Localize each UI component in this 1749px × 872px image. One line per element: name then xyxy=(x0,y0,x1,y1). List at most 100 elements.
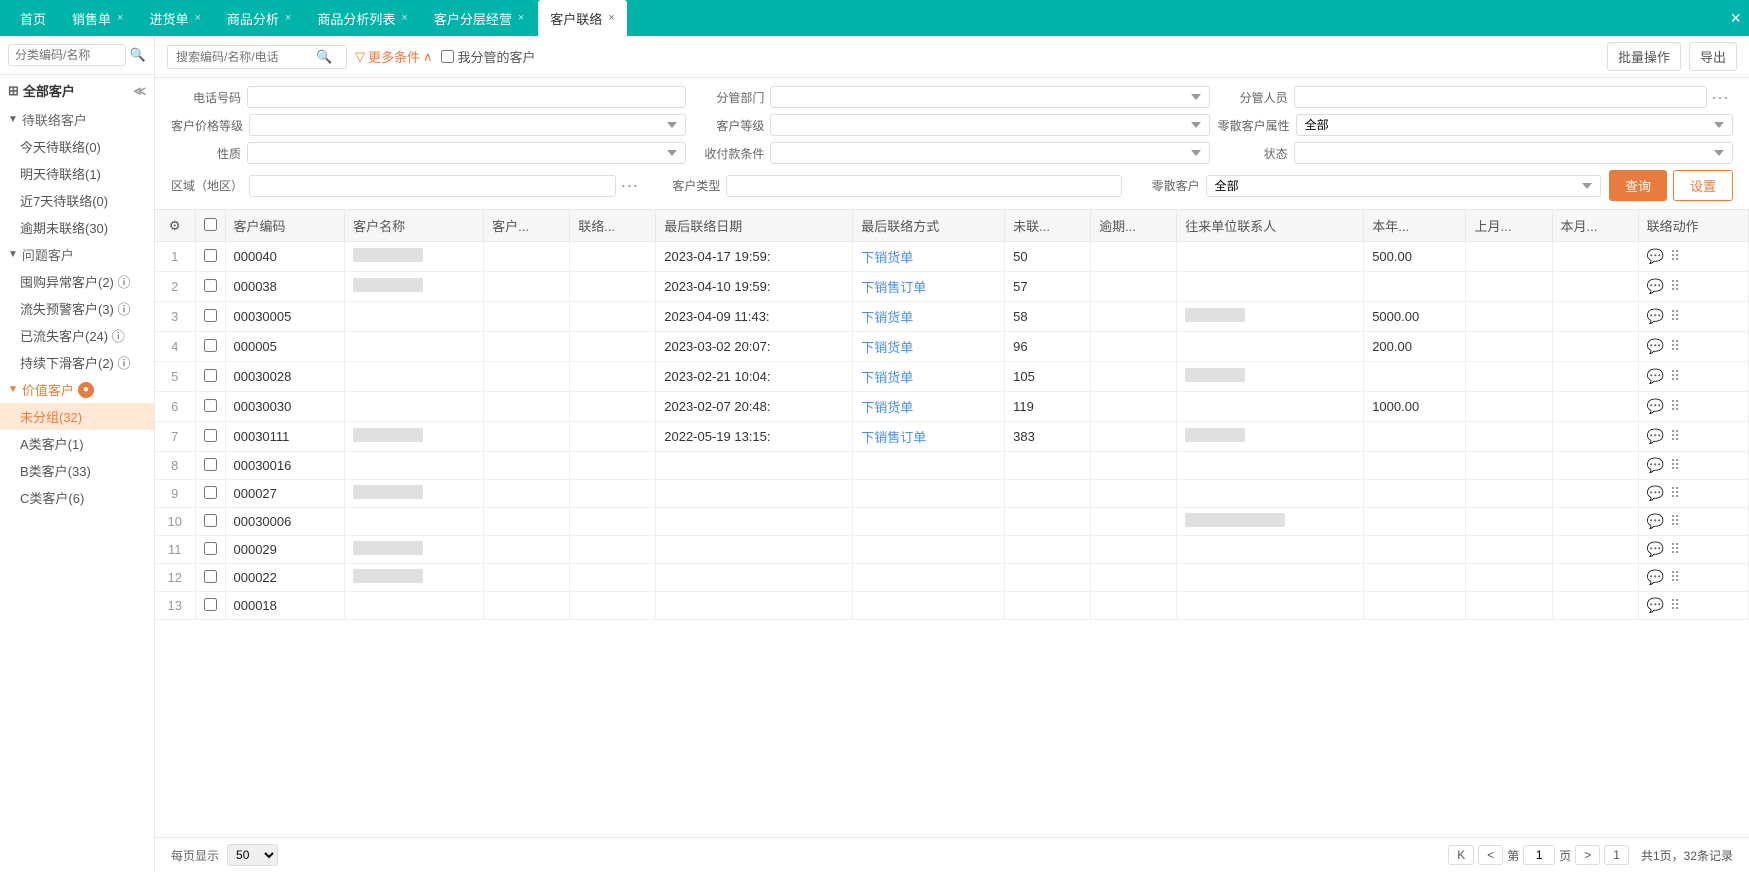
manager-more-btn[interactable]: ··· xyxy=(1707,87,1733,108)
sidebar-item-churned[interactable]: 已流失客户(24) ⓘ xyxy=(0,322,154,349)
menu-icon[interactable]: ⠿ xyxy=(1670,368,1680,385)
menu-icon[interactable]: ⠿ xyxy=(1670,248,1680,265)
chat-icon[interactable]: 💬 xyxy=(1647,457,1664,474)
search-icon[interactable]: 🔍 xyxy=(316,49,332,65)
sidebar-search-input[interactable] xyxy=(8,44,126,66)
scatter-select[interactable]: 全部 xyxy=(1206,175,1601,197)
last-contact-way[interactable] xyxy=(853,452,1005,480)
row-checkbox[interactable] xyxy=(204,249,217,262)
last-way-link[interactable]: 下销货单 xyxy=(861,340,913,355)
row-checkbox[interactable] xyxy=(204,514,217,527)
sidebar-item-today-pending[interactable]: 今天待联络(0) xyxy=(0,133,154,160)
chat-icon[interactable]: 💬 xyxy=(1647,569,1664,586)
row-checkbox[interactable] xyxy=(204,570,217,583)
menu-icon[interactable]: ⠿ xyxy=(1670,569,1680,586)
menu-icon[interactable]: ⠿ xyxy=(1670,278,1680,295)
menu-icon[interactable]: ⠿ xyxy=(1670,398,1680,415)
nav-tab-analysis[interactable]: 商品分析 × xyxy=(215,0,303,36)
last-way-link[interactable]: 下销货单 xyxy=(861,310,913,325)
last-contact-way[interactable]: 下销货单 xyxy=(853,332,1005,362)
sidebar-item-ungrouped[interactable]: 未分组(32) xyxy=(0,403,154,430)
row-checkbox[interactable] xyxy=(204,429,217,442)
menu-icon[interactable]: ⠿ xyxy=(1670,338,1680,355)
chat-icon[interactable]: 💬 xyxy=(1647,338,1664,355)
more-conditions-btn[interactable]: ▽ 更多条件 ∧ xyxy=(355,47,433,66)
page-size-select[interactable]: 50 20 100 xyxy=(227,844,278,866)
last-contact-way[interactable] xyxy=(853,592,1005,620)
reset-button[interactable]: 设置 xyxy=(1673,170,1733,201)
group-problem-customers[interactable]: ▼ 问题客户 xyxy=(0,241,154,268)
row-checkbox[interactable] xyxy=(204,279,217,292)
last-way-link[interactable]: 下销售订单 xyxy=(861,280,926,295)
menu-icon[interactable]: ⠿ xyxy=(1670,457,1680,474)
query-button[interactable]: 查询 xyxy=(1609,170,1667,201)
group-value-customers[interactable]: ▼ 价值客户 ● xyxy=(0,376,154,403)
dept-select[interactable] xyxy=(770,86,1209,108)
payment-select[interactable] xyxy=(770,142,1209,164)
sidebar-item-tomorrow-pending[interactable]: 明天待联络(1) xyxy=(0,160,154,187)
close-purchase-icon[interactable]: × xyxy=(194,12,200,24)
my-customers-checkbox[interactable] xyxy=(441,50,454,63)
row-checkbox[interactable] xyxy=(204,486,217,499)
col-setting[interactable]: ⚙ xyxy=(155,210,195,242)
menu-icon[interactable]: ⠿ xyxy=(1670,541,1680,558)
row-checkbox[interactable] xyxy=(204,598,217,611)
chat-icon[interactable]: 💬 xyxy=(1647,428,1664,445)
close-customer-tier-icon[interactable]: × xyxy=(518,12,524,24)
customer-type-input[interactable] xyxy=(726,175,1121,197)
nature-select[interactable] xyxy=(247,142,686,164)
close-customer-contact-icon[interactable]: × xyxy=(608,12,614,24)
price-level-select[interactable] xyxy=(249,114,686,136)
last-way-link[interactable]: 下销货单 xyxy=(861,250,913,265)
status-select[interactable] xyxy=(1294,142,1733,164)
nav-tab-purchase[interactable]: 进货单 × xyxy=(137,0,212,36)
col-checkbox-all[interactable] xyxy=(195,210,225,242)
last-contact-way[interactable]: 下销货单 xyxy=(853,302,1005,332)
group-pending-contact[interactable]: ▼ 待联络客户 xyxy=(0,106,154,133)
last-contact-way[interactable]: 下销售订单 xyxy=(853,422,1005,452)
last-contact-way[interactable]: 下销货单 xyxy=(853,242,1005,272)
first-page-btn[interactable]: K xyxy=(1448,845,1474,865)
menu-icon[interactable]: ⠿ xyxy=(1670,308,1680,325)
sidebar-item-overdue-contact[interactable]: 逾期未联络(30) xyxy=(0,214,154,241)
customer-level-select[interactable] xyxy=(770,114,1209,136)
sidebar-item-7days-pending[interactable]: 近7天待联络(0) xyxy=(0,187,154,214)
scatter-attr-select[interactable]: 全部 xyxy=(1296,114,1733,136)
menu-icon[interactable]: ⠿ xyxy=(1670,485,1680,502)
row-checkbox[interactable] xyxy=(204,339,217,352)
last-contact-way[interactable] xyxy=(853,480,1005,508)
chat-icon[interactable]: 💬 xyxy=(1647,308,1664,325)
sidebar-item-class-b[interactable]: B类客户(33) xyxy=(0,457,154,484)
chat-icon[interactable]: 💬 xyxy=(1647,368,1664,385)
sidebar-item-churn-warning[interactable]: 流失预警客户(3) ⓘ xyxy=(0,295,154,322)
all-customers-header[interactable]: ⊞ 全部客户 ≪ xyxy=(0,75,154,106)
chat-icon[interactable]: 💬 xyxy=(1647,513,1664,530)
last-way-link[interactable]: 下销货单 xyxy=(861,370,913,385)
chat-icon[interactable]: 💬 xyxy=(1647,248,1664,265)
chat-icon[interactable]: 💬 xyxy=(1647,278,1664,295)
close-analysis-list-icon[interactable]: × xyxy=(401,12,407,24)
batch-op-button[interactable]: 批量操作 xyxy=(1607,42,1681,71)
last-contact-way[interactable]: 下销货单 xyxy=(853,392,1005,422)
export-button[interactable]: 导出 xyxy=(1689,42,1737,71)
last-page-btn[interactable]: 1 xyxy=(1604,845,1629,865)
menu-icon[interactable]: ⠿ xyxy=(1670,597,1680,614)
phone-input[interactable] xyxy=(247,86,686,108)
row-checkbox[interactable] xyxy=(204,399,217,412)
nav-tab-customer-contact[interactable]: 客户联络 × xyxy=(538,0,626,36)
manager-input[interactable] xyxy=(1294,86,1707,108)
last-way-link[interactable]: 下销货单 xyxy=(861,400,913,415)
close-analysis-icon[interactable]: × xyxy=(285,12,291,24)
chat-icon[interactable]: 💬 xyxy=(1647,541,1664,558)
menu-icon[interactable]: ⠿ xyxy=(1670,513,1680,530)
next-page-btn[interactable]: > xyxy=(1575,845,1600,865)
collapse-icon[interactable]: ≪ xyxy=(133,84,146,98)
nav-tab-analysis-list[interactable]: 商品分析列表 × xyxy=(305,0,419,36)
search-input[interactable] xyxy=(176,50,316,64)
select-all-checkbox[interactable] xyxy=(204,218,217,231)
chat-icon[interactable]: 💬 xyxy=(1647,398,1664,415)
my-customers-label[interactable]: 我分管的客户 xyxy=(441,47,536,66)
sidebar-item-class-a[interactable]: A类客户(1) xyxy=(0,430,154,457)
close-all-button[interactable]: × xyxy=(1730,8,1741,29)
page-number-input[interactable] xyxy=(1523,845,1555,865)
